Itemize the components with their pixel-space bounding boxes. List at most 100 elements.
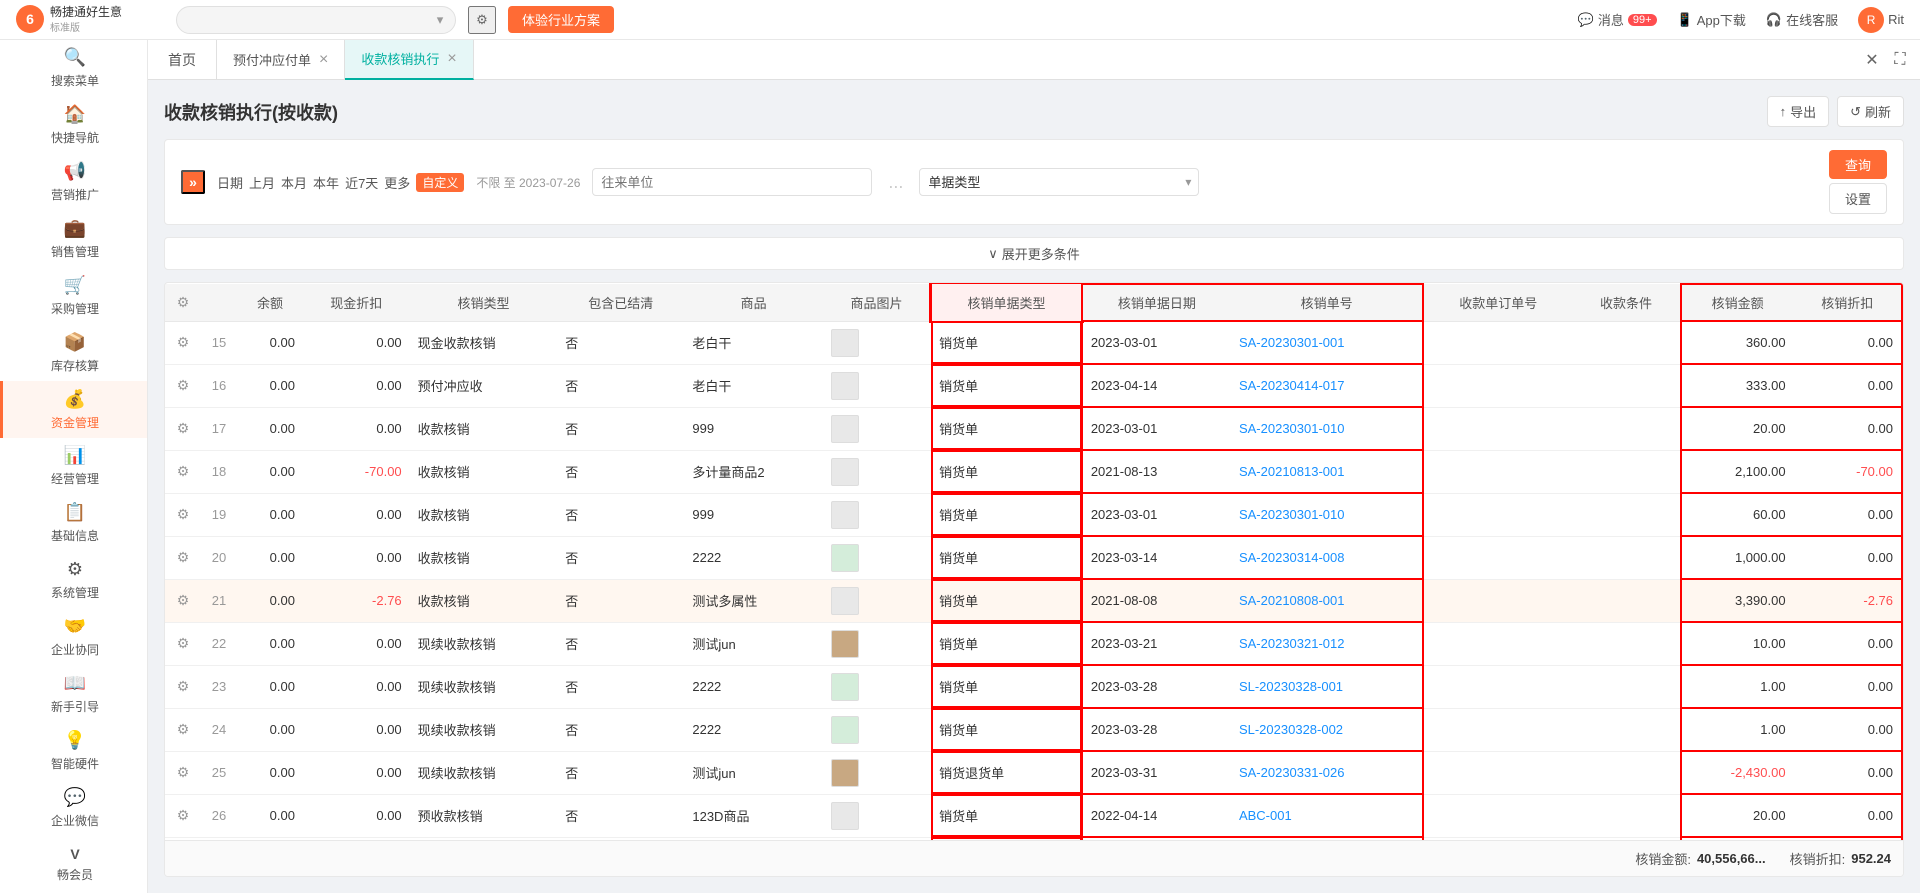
cell-include-settled: 否 [557,407,684,450]
sidebar-item-wechat[interactable]: 💬 企业微信 [0,779,147,836]
sidebar-item-guide[interactable]: 📖 新手引导 [0,665,147,722]
cell-verify-bill-no[interactable]: SA-20230301-010 [1231,407,1423,450]
date-7-days[interactable]: 近7天 [345,173,378,192]
from-unit-input[interactable] [592,168,872,196]
user-info[interactable]: R Rit [1858,7,1904,33]
filter-settings-button[interactable]: 设置 [1829,183,1887,214]
cell-verify-bill-no[interactable]: SA-20210808-001 [1231,579,1423,622]
cell-verify-bill-no[interactable]: SA-20230301-010 [1231,493,1423,536]
tab-prepay[interactable]: 预付冲应付单 × [217,40,345,80]
export-button[interactable]: ↑ 导出 [1767,96,1830,127]
cell-verify-bill-no[interactable]: SL-20230328-002 [1231,708,1423,751]
cell-balance: 0.00 [237,536,303,579]
sidebar-item-purchase[interactable]: 🛒 采购管理 [0,267,147,324]
app-download-button[interactable]: 📱 App下载 [1677,10,1746,29]
sidebar-item-marketing[interactable]: 📢 营销推广 [0,154,147,211]
date-this-year[interactable]: 本年 [313,173,339,192]
cell-product-img [823,579,931,622]
sidebar-label-operations: 经营管理 [51,470,99,487]
cell-verify-amount: 2,100.00 [1681,450,1794,493]
online-service-button[interactable]: 🎧 在线客服 [1766,10,1838,29]
cell-settings[interactable]: ⚙ [165,364,201,407]
messages-button[interactable]: 💬 消息 99+ [1578,10,1657,29]
settings-gear-button[interactable]: ⚙ [468,6,496,34]
tab-receipt-verify-close[interactable]: × [447,51,456,67]
logo-brand: 畅捷通好生意 [50,5,122,19]
col-settings[interactable]: ⚙ [165,284,201,321]
sidebar-item-inventory[interactable]: 📦 库存核算 [0,324,147,381]
messages-label: 消息 [1598,10,1624,29]
sidebar-item-vip[interactable]: V 畅会员 [0,836,147,893]
receipt-type-select[interactable]: 单据类型 [919,168,1199,196]
operations-icon: 📊 [64,445,86,466]
cell-settings[interactable]: ⚙ [165,708,201,751]
cell-verify-bill-type: 销货单 [931,364,1082,407]
sidebar-item-collab[interactable]: 🤝 企业协同 [0,609,147,666]
date-custom-btn[interactable]: 自定义 [416,173,464,192]
cell-verify-bill-no[interactable]: SA-20230301-001 [1231,321,1423,364]
cell-settings[interactable]: ⚙ [165,493,201,536]
sidebar-item-home[interactable]: 🏠 快捷导航 [0,97,147,154]
cell-settings[interactable]: ⚙ [165,450,201,493]
cell-verify-date: 2022-04-14 [1082,794,1231,837]
sidebar-label-hardware: 智能硬件 [51,755,99,772]
table-scroll[interactable]: ⚙ 余额 现金折扣 核销类型 包含已结清 商品 商品图片 核销单据类型 核销单据… [165,283,1903,840]
cell-settings[interactable]: ⚙ [165,321,201,364]
sidebar-item-operations[interactable]: 📊 经营管理 [0,438,147,495]
sidebar-item-search[interactable]: 🔍 搜索菜单 [0,40,147,97]
query-button[interactable]: 查询 [1829,150,1887,179]
cell-verify-bill-no[interactable]: SL-20230328-001 [1231,665,1423,708]
col-cash-discount: 现金折扣 [303,284,410,321]
date-last-month[interactable]: 上月 [249,173,275,192]
table-row: ⚙ 25 0.00 0.00 现续收款核销 否 测试jun 销货退货单 2023… [165,751,1902,794]
wechat-icon: 💬 [64,787,86,808]
cell-settings[interactable]: ⚙ [165,665,201,708]
sidebar-item-finance[interactable]: 💰 资金管理 [0,381,147,438]
tab-home[interactable]: 首页 [148,40,217,80]
cell-verify-bill-no[interactable]: SA-20230314-008 [1231,536,1423,579]
cell-verify-date: 2023-03-01 [1082,493,1231,536]
date-more[interactable]: 更多 [384,173,410,192]
sidebar-item-hardware[interactable]: 💡 智能硬件 [0,722,147,779]
sidebar-item-system[interactable]: ⚙ 系统管理 [0,552,147,609]
refresh-button[interactable]: ↺ 刷新 [1837,96,1904,127]
search-dropdown-icon[interactable]: ▾ [430,6,450,34]
sidebar-item-sales[interactable]: 💼 销售管理 [0,211,147,268]
table-row: ⚙ 20 0.00 0.00 收款核销 否 2222 销货单 2023-03-1… [165,536,1902,579]
cell-balance: 0.00 [237,364,303,407]
filter-dots[interactable]: ... [888,172,903,193]
cell-verify-bill-no[interactable]: SA-20210813-001 [1231,450,1423,493]
cell-verify-bill-no[interactable]: SA-20230321-012 [1231,622,1423,665]
main-layout: 🔍 搜索菜单 🏠 快捷导航 📢 营销推广 💼 销售管理 🛒 采购管理 📦 库存核… [0,40,1920,893]
cell-seq: 15 [201,321,237,364]
tab-prepay-close[interactable]: × [319,52,328,68]
trial-industry-button[interactable]: 体验行业方案 [508,6,614,33]
table-row: ⚙ 24 0.00 0.00 现续收款核销 否 2222 销货单 2023-03… [165,708,1902,751]
cell-settings[interactable]: ⚙ [165,407,201,450]
cell-verify-type: 现金收款核销 [410,321,558,364]
cell-cash-discount: 0.00 [303,493,410,536]
tab-close-btn[interactable]: ✕ [1860,48,1884,72]
expand-more-bar[interactable]: ∨ 展开更多条件 [164,237,1904,270]
date-this-month[interactable]: 本月 [281,173,307,192]
cell-include-settled: 否 [557,665,684,708]
row-settings-icon: ⚙ [177,334,190,350]
cell-settings[interactable]: ⚙ [165,579,201,622]
date-filter-group: 日期 上月 本月 本年 近7天 更多 自定义 [217,173,464,192]
cell-verify-bill-no[interactable]: SA-20230331-026 [1231,751,1423,794]
filter-expand-button[interactable]: » [181,170,205,194]
cell-settings[interactable]: ⚙ [165,536,201,579]
tab-expand-btn[interactable]: ⛶ [1888,48,1912,72]
cell-verify-bill-no[interactable]: ABC-001 [1231,794,1423,837]
cell-include-settled: 否 [557,493,684,536]
top-search-input[interactable] [176,6,456,34]
cell-receipt-order-no [1423,536,1572,579]
cell-settings[interactable]: ⚙ [165,751,201,794]
tab-receipt-verify[interactable]: 收款核销执行 × [345,40,473,80]
cell-verify-bill-no[interactable]: SA-20230414-017 [1231,364,1423,407]
sidebar-item-basic-info[interactable]: 📋 基础信息 [0,495,147,552]
cell-settings[interactable]: ⚙ [165,622,201,665]
cell-settings[interactable]: ⚙ [165,794,201,837]
cell-product-img [823,407,931,450]
cell-product: 测试jun [684,751,822,794]
